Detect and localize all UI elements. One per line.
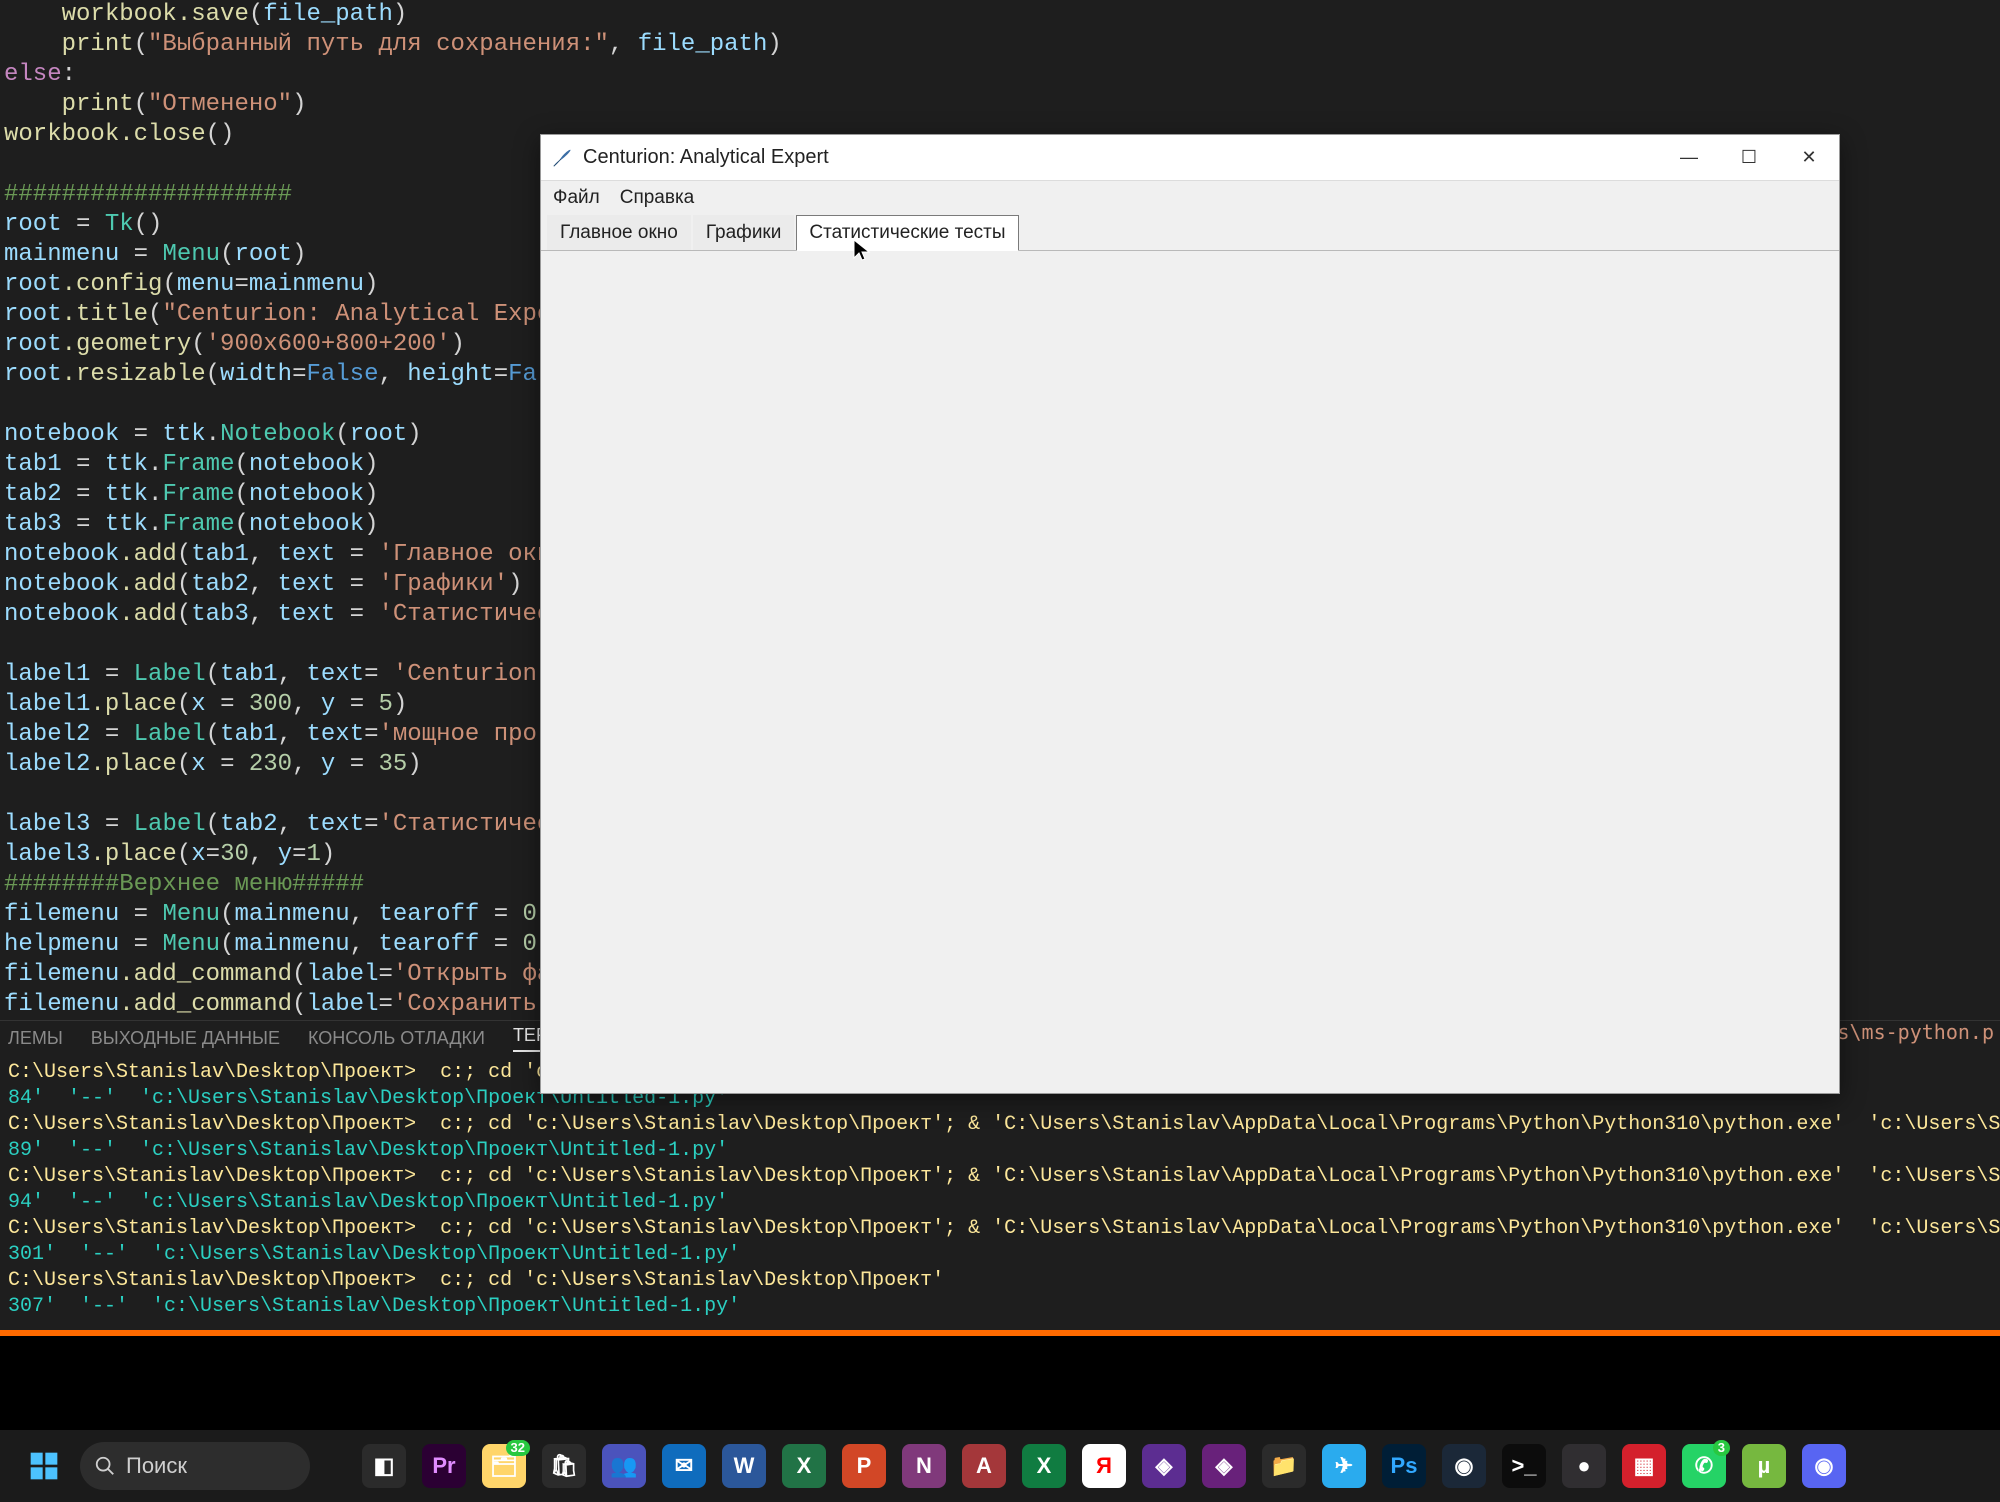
whatsapp-icon[interactable]: ✆3 — [1682, 1444, 1726, 1488]
amd-icon[interactable]: ▦ — [1622, 1444, 1666, 1488]
access-icon[interactable]: A — [962, 1444, 1006, 1488]
vs-icon[interactable]: ◈ — [1202, 1444, 1246, 1488]
obs-icon[interactable]: ● — [1562, 1444, 1606, 1488]
terminal[interactable]: C:\Users\Stanislav\Desktop\Проект> c:; c… — [0, 1056, 2000, 1336]
window-title: Centurion: Analytical Expert — [583, 146, 1659, 169]
menu-file[interactable]: Файл — [553, 187, 600, 209]
start-button[interactable] — [20, 1442, 68, 1490]
outlook-icon[interactable]: ✉ — [662, 1444, 706, 1488]
menubar: Файл Справка — [541, 181, 1839, 215]
tkinter-window: Centurion: Analytical Expert — ☐ ✕ Файл … — [540, 134, 1840, 1094]
minimize-button[interactable]: — — [1659, 135, 1719, 180]
telegram-icon[interactable]: ✈ — [1322, 1444, 1366, 1488]
yandex-icon[interactable]: Я — [1082, 1444, 1126, 1488]
discord-icon[interactable]: ◉ — [1802, 1444, 1846, 1488]
store-icon[interactable]: 🛍 — [542, 1444, 586, 1488]
cursor-icon — [850, 238, 874, 262]
files-icon[interactable]: 📁 — [1262, 1444, 1306, 1488]
word-icon[interactable]: W — [722, 1444, 766, 1488]
excel2-icon[interactable]: X — [1022, 1444, 1066, 1488]
close-button[interactable]: ✕ — [1779, 135, 1839, 180]
terminal-icon[interactable]: >_ — [1502, 1444, 1546, 1488]
maximize-button[interactable]: ☐ — [1719, 135, 1779, 180]
utorrent-icon[interactable]: µ — [1742, 1444, 1786, 1488]
premiere-icon[interactable]: Pr — [422, 1444, 466, 1488]
windows-icon — [28, 1450, 60, 1482]
task-view-icon[interactable]: ◧ — [362, 1444, 406, 1488]
notebook-tabs: Главное окно Графики Статистические тест… — [541, 215, 1839, 251]
tab-debug-console[interactable]: КОНСОЛЬ ОТЛАДКИ — [308, 1028, 485, 1049]
menu-help[interactable]: Справка — [620, 187, 695, 209]
teams-icon[interactable]: 👥 — [602, 1444, 646, 1488]
notebook-body — [541, 251, 1839, 1093]
excel-icon[interactable]: X — [782, 1444, 826, 1488]
taskbar: Поиск ◧Pr🗂32🛍👥✉WXPNAXЯ◈◈📁✈Ps◉>_●▦✆3µ◉ — [0, 1430, 2000, 1502]
titlebar[interactable]: Centurion: Analytical Expert — ☐ ✕ — [541, 135, 1839, 181]
status-bar — [0, 1330, 2000, 1336]
search-icon — [94, 1455, 116, 1477]
tab-problems[interactable]: ЛЕМЫ — [8, 1028, 63, 1049]
search-input[interactable]: Поиск — [80, 1442, 310, 1490]
tab-output[interactable]: ВЫХОДНЫЕ ДАННЫЕ — [91, 1028, 280, 1049]
tab-charts[interactable]: Графики — [693, 215, 795, 250]
app-icon — [551, 147, 573, 169]
explorer-icon[interactable]: 🗂32 — [482, 1444, 526, 1488]
steam-icon[interactable]: ◉ — [1442, 1444, 1486, 1488]
search-placeholder: Поиск — [126, 1453, 187, 1479]
vs2022-icon[interactable]: ◈ — [1142, 1444, 1186, 1488]
tab-main-window[interactable]: Главное окно — [547, 215, 691, 250]
tab-statistical-tests[interactable]: Статистические тесты — [796, 215, 1018, 251]
photoshop-icon[interactable]: Ps — [1382, 1444, 1426, 1488]
onenote-icon[interactable]: N — [902, 1444, 946, 1488]
powerpoint-icon[interactable]: P — [842, 1444, 886, 1488]
